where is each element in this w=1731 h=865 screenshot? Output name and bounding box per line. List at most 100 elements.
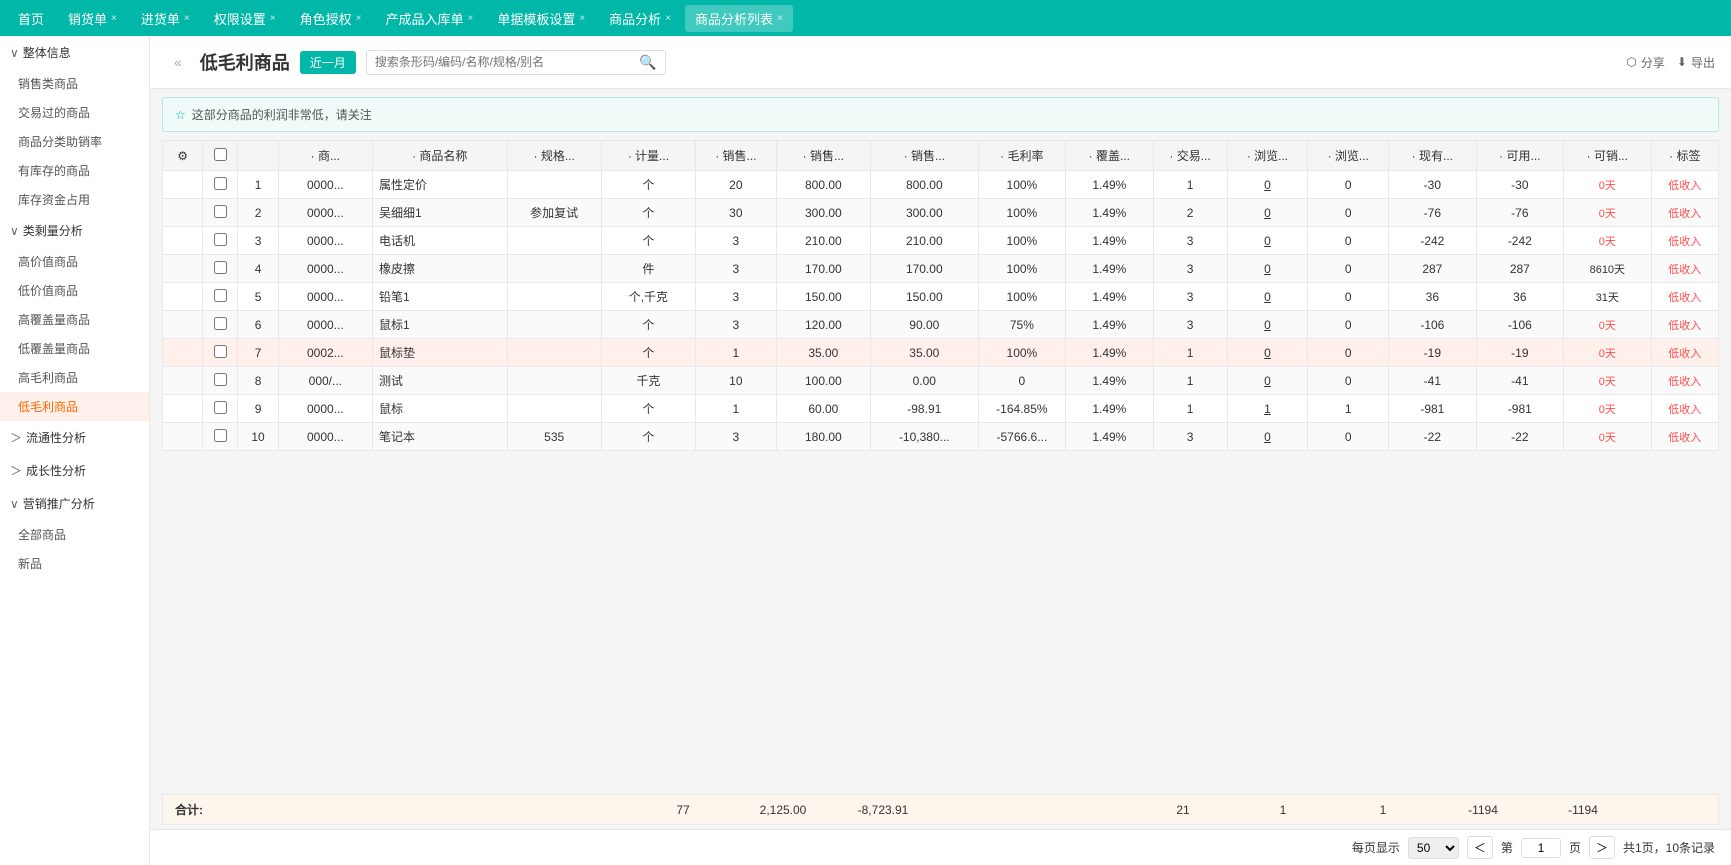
row-view1[interactable]: 0 [1227,255,1308,283]
col-sales-qty-header[interactable]: · 销售... [695,141,776,171]
col-unit-header[interactable]: · 计量... [601,141,695,171]
col-coverage-header[interactable]: · 覆盖... [1066,141,1153,171]
row-check[interactable] [203,171,238,199]
col-tag-header[interactable]: · 标签 [1651,141,1718,171]
row-name[interactable]: 鼠标 [372,395,507,423]
sidebar-group-marketing[interactable]: ∨ 营销推广分析 [0,487,149,520]
row-check[interactable] [203,367,238,395]
sidebar-item-stocked-goods[interactable]: 有库存的商品 [0,156,149,185]
nav-home[interactable]: 首页 [8,5,54,32]
row-view1[interactable]: 0 [1227,367,1308,395]
row-name[interactable]: 属性定价 [372,171,507,199]
row-view1[interactable]: 0 [1227,227,1308,255]
col-available-header[interactable]: · 可用... [1476,141,1563,171]
sidebar-group-analysis[interactable]: ∨ 类剩量分析 [0,214,149,247]
next-page-button[interactable]: ＞ [1589,836,1615,859]
share-button[interactable]: ⬡ 分享 [1626,54,1665,71]
nav-close-icon[interactable]: × [467,13,473,24]
search-icon[interactable]: 🔍 [639,54,656,71]
row-view1[interactable]: 0 [1227,199,1308,227]
nav-close-icon[interactable]: × [270,13,276,24]
nav-close-icon[interactable]: × [184,13,190,24]
col-name-header[interactable]: · 商品名称 [372,141,507,171]
sidebar-item-low-value[interactable]: 低价值商品 [0,276,149,305]
sidebar-item-all-goods[interactable]: 全部商品 [0,520,149,549]
view1-link[interactable]: 0 [1264,234,1271,248]
sidebar-item-low-margin[interactable]: 低毛利商品 [0,392,149,421]
nav-close-icon[interactable]: × [777,13,783,24]
row-check[interactable] [203,339,238,367]
col-view2-header[interactable]: · 浏览... [1308,141,1389,171]
row-view1[interactable]: 0 [1227,339,1308,367]
nav-product-analysis-list[interactable]: 商品分析列表 × [685,5,793,32]
row-name[interactable]: 测试 [372,367,507,395]
view1-link[interactable]: 0 [1264,346,1271,360]
row-checkbox[interactable] [214,205,227,218]
view1-link[interactable]: 1 [1264,402,1271,416]
row-view1[interactable]: 0 [1227,311,1308,339]
row-checkbox[interactable] [214,401,227,414]
row-check[interactable] [203,283,238,311]
sidebar-item-new-goods[interactable]: 新品 [0,549,149,578]
sidebar-group-overall[interactable]: ∨ 整体信息 [0,36,149,69]
view1-link[interactable]: 0 [1264,430,1271,444]
col-check-all[interactable] [203,141,238,171]
page-size-select[interactable]: 50 100 200 [1408,837,1459,859]
row-view1[interactable]: 1 [1227,395,1308,423]
col-code-header[interactable]: · 商... [278,141,372,171]
row-name[interactable]: 铅笔1 [372,283,507,311]
export-button[interactable]: ⬇ 导出 [1677,54,1715,71]
search-input[interactable] [375,55,634,69]
nav-close-icon[interactable]: × [665,13,671,24]
row-checkbox[interactable] [214,373,227,386]
row-name[interactable]: 鼠标垫 [372,339,507,367]
col-trans-header[interactable]: · 交易... [1153,141,1227,171]
nav-purchase-order[interactable]: 进货单 × [131,5,200,32]
nav-sales-order[interactable]: 销货单 × [58,5,127,32]
sidebar-group-circulation[interactable]: ＞ 流通性分析 [0,421,149,454]
row-checkbox[interactable] [214,429,227,442]
row-check[interactable] [203,423,238,451]
sidebar-item-sales-goods[interactable]: 销售类商品 [0,69,149,98]
row-name[interactable]: 鼠标1 [372,311,507,339]
col-view1-header[interactable]: · 浏览... [1227,141,1308,171]
view1-link[interactable]: 0 [1264,290,1271,304]
sidebar-item-high-value[interactable]: 高价值商品 [0,247,149,276]
col-current-header[interactable]: · 现有... [1389,141,1476,171]
nav-close-icon[interactable]: × [111,13,117,24]
row-check[interactable] [203,227,238,255]
view1-link[interactable]: 0 [1264,262,1271,276]
col-spec-header[interactable]: · 规格... [507,141,601,171]
row-checkbox[interactable] [214,261,227,274]
nav-product-stock[interactable]: 产成品入库单 × [375,5,483,32]
row-name[interactable]: 电话机 [372,227,507,255]
period-button[interactable]: 近一月 [300,51,356,74]
nav-close-icon[interactable]: × [356,13,362,24]
view1-link[interactable]: 0 [1264,206,1271,220]
col-sales-profit-header[interactable]: · 销售... [870,141,978,171]
row-name[interactable]: 橡皮擦 [372,255,507,283]
sidebar-item-low-coverage[interactable]: 低覆盖量商品 [0,334,149,363]
view1-link[interactable]: 0 [1264,374,1271,388]
row-checkbox[interactable] [214,317,227,330]
nav-role-auth[interactable]: 角色授权 × [290,5,372,32]
view1-link[interactable]: 0 [1264,178,1271,192]
nav-permission[interactable]: 权限设置 × [204,5,286,32]
nav-template-settings[interactable]: 单据模板设置 × [487,5,595,32]
row-check[interactable] [203,199,238,227]
sidebar-item-inventory-capital[interactable]: 库存资金占用 [0,185,149,214]
col-setting[interactable]: ⚙ [163,141,203,171]
check-all-checkbox[interactable] [214,148,227,161]
row-name[interactable]: 笔记本 [372,423,507,451]
row-checkbox[interactable] [214,233,227,246]
view1-link[interactable]: 0 [1264,318,1271,332]
row-view1[interactable]: 0 [1227,171,1308,199]
col-gross-rate-header[interactable]: · 毛利率 [978,141,1065,171]
prev-page-button[interactable]: ＜ [1467,836,1493,859]
row-checkbox[interactable] [214,289,227,302]
page-number-input[interactable] [1521,838,1561,858]
sidebar-group-growth[interactable]: ＞ 成长性分析 [0,454,149,487]
row-check[interactable] [203,395,238,423]
row-view1[interactable]: 0 [1227,283,1308,311]
row-check[interactable] [203,255,238,283]
